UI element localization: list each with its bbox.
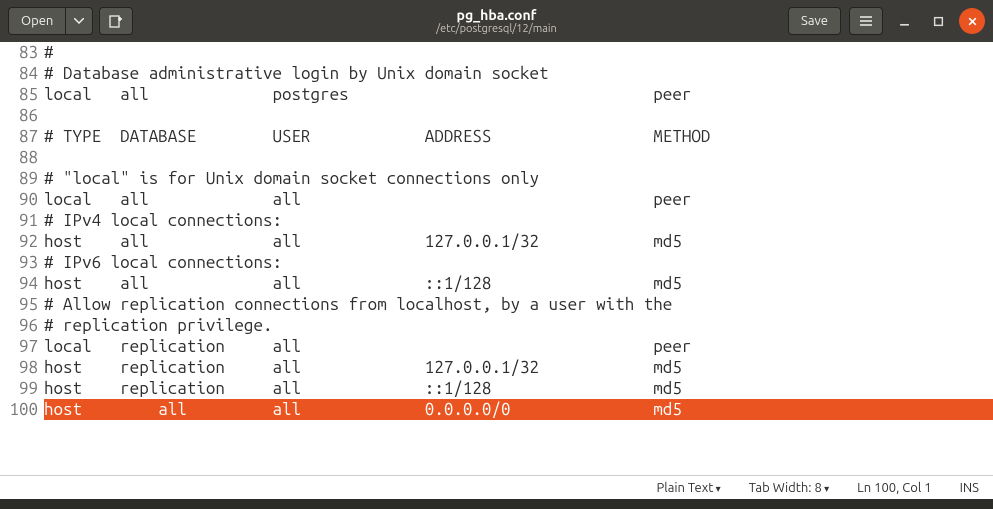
statusbar: Plain Text Tab Width: 8 Ln 100, Col 1 IN… [0,475,993,499]
hamburger-icon [858,13,874,29]
bottom-bar [0,499,993,509]
syntax-mode-selector[interactable]: Plain Text [656,481,720,495]
line-number: 98 [0,357,44,378]
line-content[interactable]: # "local" is for Unix domain socket conn… [44,168,993,189]
line-content[interactable]: # Allow replication connections from loc… [44,294,993,315]
editor-line[interactable]: 97local replication all peer [0,336,993,357]
line-number: 86 [0,105,44,126]
menu-button[interactable] [849,7,883,35]
open-button-group: Open [8,7,93,35]
text-editor[interactable]: 83#84# Database administrative login by … [0,42,993,475]
editor-line[interactable]: 86 [0,105,993,126]
line-content[interactable] [44,105,993,126]
editor-line[interactable]: 90local all all peer [0,189,993,210]
line-content[interactable]: # TYPE DATABASE USER ADDRESS METHOD [44,126,993,147]
editor-line[interactable]: 98host replication all 127.0.0.1/32 md5 [0,357,993,378]
line-number: 95 [0,294,44,315]
line-content[interactable]: # IPv6 local connections: [44,252,993,273]
line-number: 84 [0,63,44,84]
line-number: 99 [0,378,44,399]
line-number: 92 [0,231,44,252]
editor-line[interactable]: 83# [0,42,993,63]
editor-line[interactable]: 95# Allow replication connections from l… [0,294,993,315]
line-number: 97 [0,336,44,357]
line-number: 85 [0,84,44,105]
editor-line[interactable]: 84# Database administrative login by Uni… [0,63,993,84]
maximize-icon [933,16,944,27]
titlebar: Open pg_hba.conf /etc/postgresql/12/main… [0,0,993,42]
tab-width-selector[interactable]: Tab Width: 8 [749,481,829,495]
editor-line[interactable]: 93# IPv6 local connections: [0,252,993,273]
line-content[interactable]: # IPv4 local connections: [44,210,993,231]
line-number: 94 [0,273,44,294]
document-path: /etc/postgresql/12/main [436,23,557,35]
save-button[interactable]: Save [788,7,841,35]
line-content[interactable]: # [44,42,993,63]
insert-mode-indicator[interactable]: INS [960,481,979,495]
line-number: 91 [0,210,44,231]
editor-line[interactable]: 100host all all 0.0.0.0/0 md5 [0,399,993,420]
editor-line[interactable]: 87# TYPE DATABASE USER ADDRESS METHOD [0,126,993,147]
minimize-window-button[interactable] [891,8,917,34]
line-content[interactable]: host all all 0.0.0.0/0 md5 [44,399,993,420]
minimize-icon [899,16,910,27]
line-content[interactable]: # replication privilege. [44,315,993,336]
editor-line[interactable]: 88 [0,147,993,168]
close-window-button[interactable] [959,8,985,34]
line-number: 90 [0,189,44,210]
line-number: 87 [0,126,44,147]
line-content[interactable]: host all all 127.0.0.1/32 md5 [44,231,993,252]
line-content[interactable]: host all all ::1/128 md5 [44,273,993,294]
editor-line[interactable]: 91# IPv4 local connections: [0,210,993,231]
line-content[interactable]: host replication all ::1/128 md5 [44,378,993,399]
maximize-window-button[interactable] [925,8,951,34]
new-tab-icon [108,13,124,29]
document-title: pg_hba.conf [436,7,557,23]
line-number: 83 [0,42,44,63]
editor-line[interactable]: 94host all all ::1/128 md5 [0,273,993,294]
line-number: 89 [0,168,44,189]
document-title-block: pg_hba.conf /etc/postgresql/12/main [436,7,557,35]
editor-line[interactable]: 96# replication privilege. [0,315,993,336]
line-content[interactable]: local replication all peer [44,336,993,357]
new-tab-button[interactable] [99,7,133,35]
open-recent-dropdown-button[interactable] [65,7,93,35]
line-number: 93 [0,252,44,273]
close-icon [967,16,978,27]
line-content[interactable]: host replication all 127.0.0.1/32 md5 [44,357,993,378]
line-content[interactable] [44,147,993,168]
cursor-position: Ln 100, Col 1 [857,481,931,495]
editor-line[interactable]: 85local all postgres peer [0,84,993,105]
chevron-down-icon [74,18,84,24]
line-content[interactable]: local all all peer [44,189,993,210]
editor-line[interactable]: 89# "local" is for Unix domain socket co… [0,168,993,189]
line-content[interactable]: local all postgres peer [44,84,993,105]
line-content[interactable]: # Database administrative login by Unix … [44,63,993,84]
editor-line[interactable]: 99host replication all ::1/128 md5 [0,378,993,399]
line-number: 96 [0,315,44,336]
line-number: 100 [0,399,44,420]
line-number: 88 [0,147,44,168]
open-button[interactable]: Open [8,7,65,35]
editor-line[interactable]: 92host all all 127.0.0.1/32 md5 [0,231,993,252]
